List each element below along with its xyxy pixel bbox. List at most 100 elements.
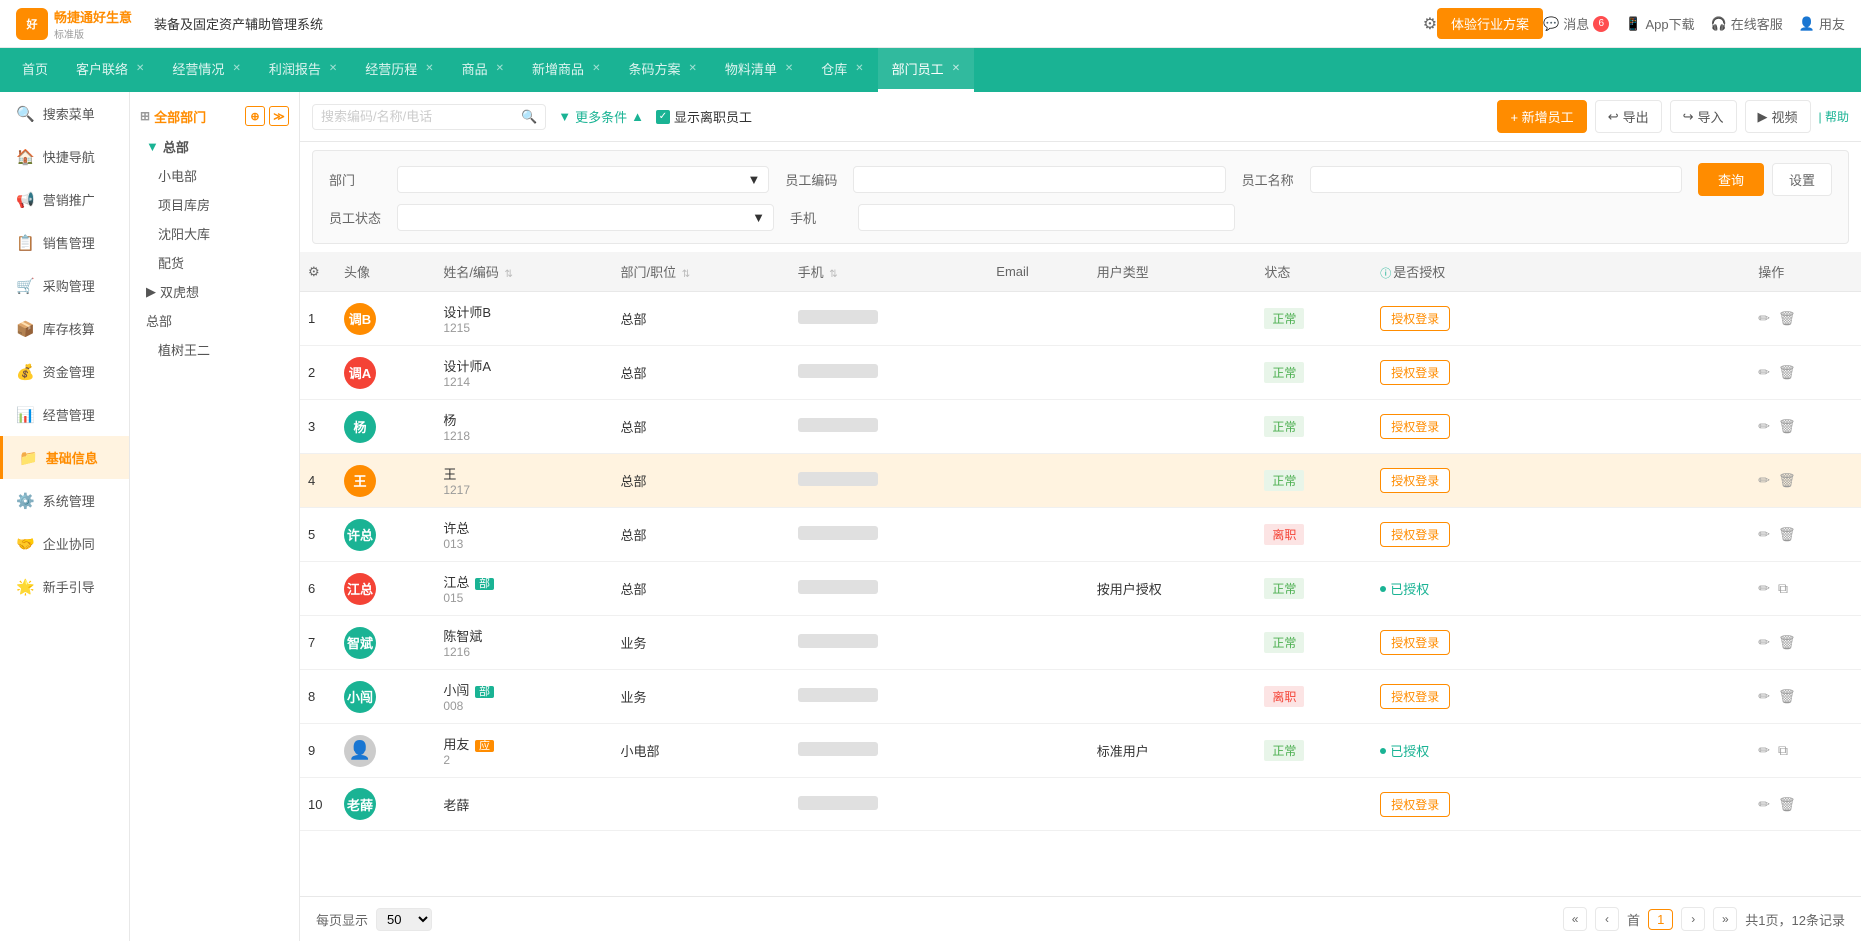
show-resign-checkbox[interactable]: ✓ bbox=[656, 110, 670, 124]
tab-goods[interactable]: 商品 ✕ bbox=[448, 48, 518, 92]
tab-profit[interactable]: 利润报告 ✕ bbox=[255, 48, 351, 92]
edit-icon[interactable]: ✏ bbox=[1758, 310, 1770, 327]
tree-node-zhishu[interactable]: 植树王二 bbox=[130, 335, 299, 364]
close-icon[interactable]: ✕ bbox=[592, 63, 600, 74]
edit-icon[interactable]: ✏ bbox=[1758, 526, 1770, 543]
tree-icon-btn[interactable]: ⊕ bbox=[245, 106, 265, 126]
edit-icon[interactable]: ✏ bbox=[1758, 742, 1770, 759]
more-filter-button[interactable]: ▼ 更多条件 ▲ bbox=[558, 107, 644, 126]
sidebar-item-search[interactable]: 🔍 搜索菜单 bbox=[0, 92, 129, 135]
first-page-button[interactable]: « bbox=[1563, 907, 1587, 931]
tree-collapse-btn[interactable]: ≫ bbox=[269, 106, 289, 126]
page-number[interactable]: 1 bbox=[1648, 909, 1673, 930]
close-icon[interactable]: ✕ bbox=[425, 63, 433, 74]
sidebar-item-inventory[interactable]: 📦 库存核算 bbox=[0, 307, 129, 350]
sidebar-item-nav[interactable]: 🏠 快捷导航 bbox=[0, 135, 129, 178]
tab-customer[interactable]: 客户联络 ✕ bbox=[62, 48, 158, 92]
tab-home[interactable]: 首页 bbox=[8, 48, 62, 92]
edit-icon[interactable]: ✏ bbox=[1758, 634, 1770, 651]
app-download-button[interactable]: 📱 App下载 bbox=[1625, 14, 1694, 33]
tree-node-head-dept2[interactable]: 总部 bbox=[130, 306, 299, 335]
col-name[interactable]: 姓名/编码 ⇅ bbox=[435, 252, 612, 292]
edit-icon[interactable]: ✏ bbox=[1758, 418, 1770, 435]
auth-login-button[interactable]: 授权登录 bbox=[1380, 522, 1450, 547]
add-employee-button[interactable]: + 新增员工 bbox=[1497, 100, 1586, 133]
auth-login-button[interactable]: 授权登录 bbox=[1380, 468, 1450, 493]
col-phone[interactable]: 手机 ⇅ bbox=[790, 252, 989, 292]
tree-node-shenyang[interactable]: 沈阳大库 bbox=[130, 219, 299, 248]
sidebar-item-purchase[interactable]: 🛒 采购管理 bbox=[0, 264, 129, 307]
tree-node-shuanghu[interactable]: ▶ 双虎想 bbox=[130, 277, 299, 306]
tab-bom[interactable]: 物料清单 ✕ bbox=[711, 48, 807, 92]
message-button[interactable]: 💬 消息 6 bbox=[1543, 14, 1609, 33]
tab-barcode[interactable]: 条码方案 ✕ bbox=[614, 48, 710, 92]
sidebar-item-finance[interactable]: 💰 资金管理 bbox=[0, 350, 129, 393]
sidebar-item-system[interactable]: ⚙️ 系统管理 bbox=[0, 479, 129, 522]
set-button[interactable]: 设置 bbox=[1772, 163, 1832, 196]
sidebar-item-guide[interactable]: 🌟 新手引导 bbox=[0, 565, 129, 608]
close-icon[interactable]: ✕ bbox=[136, 63, 144, 74]
import-button[interactable]: ↪ 导入 bbox=[1670, 100, 1737, 133]
prev-page-button[interactable]: ‹ bbox=[1595, 907, 1619, 931]
tab-department[interactable]: 部门员工 ✕ bbox=[878, 48, 974, 92]
tab-operation[interactable]: 经营情况 ✕ bbox=[158, 48, 254, 92]
sidebar-item-sales[interactable]: 📋 销售管理 bbox=[0, 221, 129, 264]
col-settings[interactable]: ⚙ bbox=[300, 252, 336, 292]
delete-icon[interactable]: 🗑 bbox=[1778, 634, 1796, 651]
search-input[interactable] bbox=[321, 109, 521, 124]
tab-add-goods[interactable]: 新增商品 ✕ bbox=[518, 48, 614, 92]
emp-name-input[interactable] bbox=[1310, 166, 1682, 193]
edit-icon[interactable]: ✏ bbox=[1758, 364, 1770, 381]
tab-journey[interactable]: 经营历程 ✕ bbox=[351, 48, 447, 92]
dept-select[interactable]: ▼ bbox=[397, 166, 769, 193]
delete-icon[interactable]: 🗑 bbox=[1778, 310, 1796, 327]
delete-icon[interactable]: 🗑 bbox=[1778, 688, 1796, 705]
query-button[interactable]: 查询 bbox=[1698, 163, 1764, 196]
tree-node-project[interactable]: 项目库房 bbox=[130, 190, 299, 219]
video-button[interactable]: ▶ 视频 bbox=[1745, 100, 1811, 133]
next-page-button[interactable]: › bbox=[1681, 907, 1705, 931]
edit-icon[interactable]: ✏ bbox=[1758, 580, 1770, 597]
delete-icon[interactable]: 🗑 bbox=[1778, 472, 1796, 489]
auth-login-button[interactable]: 授权登录 bbox=[1380, 684, 1450, 709]
last-page-button[interactable]: » bbox=[1713, 907, 1737, 931]
auth-login-button[interactable]: 授权登录 bbox=[1380, 792, 1450, 817]
delete-icon[interactable]: 🗑 bbox=[1778, 526, 1796, 543]
sidebar-item-collab[interactable]: 🤝 企业协同 bbox=[0, 522, 129, 565]
auth-login-button[interactable]: 授权登录 bbox=[1380, 630, 1450, 655]
show-resign-wrap[interactable]: ✓ 显示离职员工 bbox=[656, 107, 752, 126]
tab-warehouse[interactable]: 仓库 ✕ bbox=[807, 48, 877, 92]
tree-node-small-elec[interactable]: 小电部 bbox=[130, 161, 299, 190]
emp-code-input[interactable] bbox=[853, 166, 1225, 193]
trial-button[interactable]: 体验行业方案 bbox=[1437, 8, 1543, 39]
settings-button[interactable]: ⚙ bbox=[1423, 14, 1437, 34]
edit-icon[interactable]: ✏ bbox=[1758, 688, 1770, 705]
online-service-button[interactable]: 🎧 在线客服 bbox=[1711, 14, 1783, 33]
sidebar-item-management[interactable]: 📊 经营管理 bbox=[0, 393, 129, 436]
close-icon[interactable]: ✕ bbox=[232, 63, 240, 74]
close-icon[interactable]: ✕ bbox=[496, 63, 504, 74]
copy-icon[interactable]: ⧉ bbox=[1778, 742, 1788, 759]
auth-login-button[interactable]: 授权登录 bbox=[1380, 306, 1450, 331]
sidebar-item-marketing[interactable]: 📢 营销推广 bbox=[0, 178, 129, 221]
page-size-select[interactable]: 50 100 bbox=[376, 908, 432, 931]
emp-status-select[interactable]: ▼ bbox=[397, 204, 774, 231]
export-button[interactable]: ↩ 导出 bbox=[1595, 100, 1662, 133]
sidebar-item-basic[interactable]: 📁 基础信息 bbox=[0, 436, 129, 479]
copy-icon[interactable]: ⧉ bbox=[1778, 580, 1788, 597]
auth-login-button[interactable]: 授权登录 bbox=[1380, 360, 1450, 385]
auth-login-button[interactable]: 授权登录 bbox=[1380, 414, 1450, 439]
close-icon[interactable]: ✕ bbox=[785, 63, 793, 74]
tree-node-distribution[interactable]: 配货 bbox=[130, 248, 299, 277]
user-menu-button[interactable]: 👤 用友 bbox=[1799, 14, 1845, 33]
phone-input[interactable] bbox=[858, 204, 1235, 231]
close-icon[interactable]: ✕ bbox=[952, 63, 960, 74]
search-submit-icon[interactable]: 🔍 bbox=[521, 109, 537, 125]
close-icon[interactable]: ✕ bbox=[329, 63, 337, 74]
edit-icon[interactable]: ✏ bbox=[1758, 472, 1770, 489]
delete-icon[interactable]: 🗑 bbox=[1778, 364, 1796, 381]
close-icon[interactable]: ✕ bbox=[688, 63, 696, 74]
delete-icon[interactable]: 🗑 bbox=[1778, 796, 1796, 813]
edit-icon[interactable]: ✏ bbox=[1758, 796, 1770, 813]
close-icon[interactable]: ✕ bbox=[855, 63, 863, 74]
